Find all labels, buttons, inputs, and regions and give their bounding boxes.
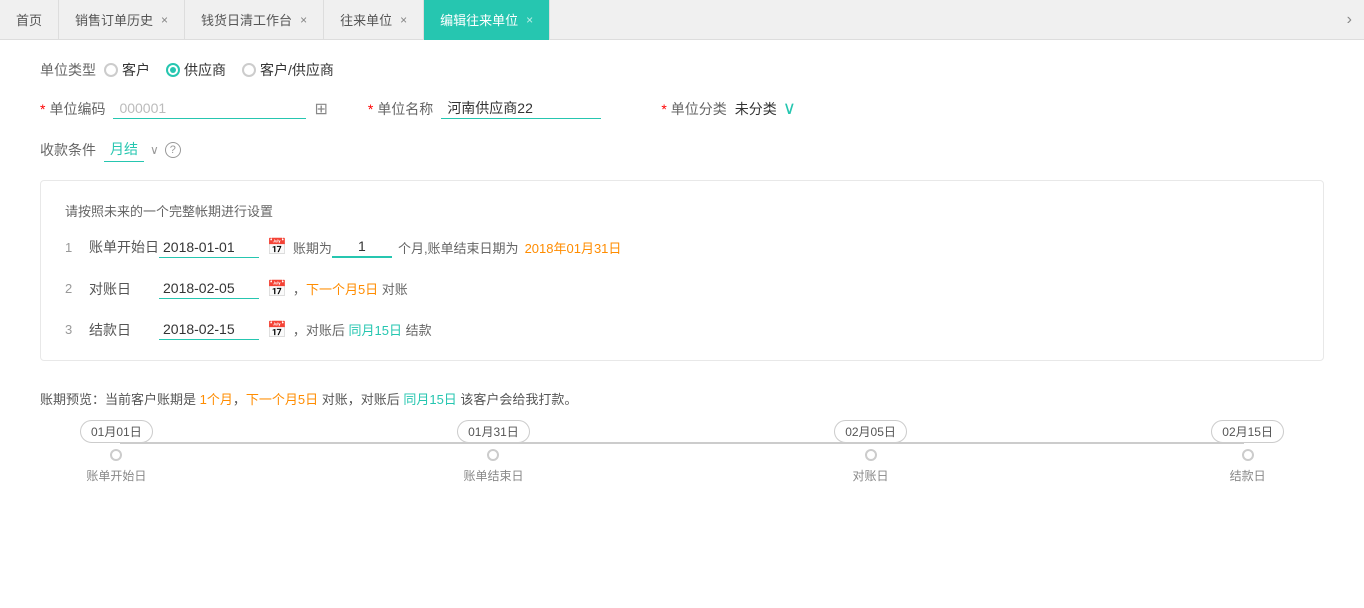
row-num-1: 1 [65,240,89,255]
row-label-3: 结款日 [89,320,159,340]
radio-circle-both [242,63,256,77]
row-label-1: 账单开始日 [89,237,159,257]
preview-section: 账期预览：当前客户账期是 1个月，下一个月5日 对账，对账后 同月15日 该客户… [40,377,1324,420]
tabs-bar: 首页 销售订单历史 × 钱货日清工作台 × 往来单位 × 编辑往来单位 × › [0,0,1364,40]
radio-circle-supplier [166,63,180,77]
radio-customer[interactable]: 客户 [104,60,150,80]
main-content: 单位类型 客户 供应商 客户/供应商 * 单位编码 ⊞ * 单位名称 [0,40,1364,608]
radio-both[interactable]: 客户/供应商 [242,60,334,80]
reconcile-suffix: ，下一个月5日 对账 [293,279,408,298]
timeline-badge-3: 02月05日 [834,420,907,443]
close-tab-sales-history[interactable]: × [161,13,168,27]
section-title: 请按照未来的一个完整帐期进行设置 [65,201,1299,220]
timeline-dot-1 [110,449,122,461]
payment-terms-dropdown[interactable]: 月结 ∨ [104,137,159,162]
unit-category-arrow[interactable]: ∨ [783,98,796,119]
tabs-more-button[interactable]: › [1335,11,1364,29]
preview-mid2: 对账，对账后 [318,392,403,407]
reconcile-date-input[interactable] [159,278,259,299]
payment-terms-arrow[interactable]: ∨ [150,143,159,157]
timeline-dot-2 [487,449,499,461]
close-tab-partners[interactable]: × [400,13,407,27]
copy-icon[interactable]: ⊞ [314,99,327,119]
radio-circle-customer [104,63,118,77]
unit-type-label: 单位类型 [40,60,96,80]
preview-part2: 下一个月5日 [246,392,318,407]
payment-date-group: 📅 [159,319,287,340]
radio-label-supplier: 供应商 [184,60,226,80]
timeline-label-4: 结款日 [1230,467,1266,484]
tab-partners[interactable]: 往来单位 × [324,0,424,40]
radio-supplier[interactable]: 供应商 [166,60,226,80]
period-prefix: 账期为 [293,238,332,257]
tab-daily-clearing[interactable]: 钱货日清工作台 × [185,0,324,40]
close-tab-edit-partner[interactable]: × [526,13,533,27]
unit-category-group: 未分类 ∨ [735,98,796,119]
radio-label-both: 客户/供应商 [260,60,334,80]
timeline-container: 01月01日 账单开始日 01月31日 账单结束日 02月05日 对账日 02月… [40,420,1324,514]
reconcile-date-cal-icon[interactable]: 📅 [267,279,287,299]
help-icon[interactable]: ? [165,142,181,158]
row-payment-date: 3 结款日 📅 ，对账后 同月15日 结款 [65,319,1299,340]
row-start-date: 1 账单开始日 📅 账期为 个月,账单结束日期为 2018年01月31日 [65,236,1299,258]
preview-suffix: 该客户会给我打款。 [457,392,578,407]
payment-date-input[interactable] [159,319,259,340]
unit-type-row: 单位类型 客户 供应商 客户/供应商 [40,60,1324,80]
timeline-label-2: 账单结束日 [463,467,523,484]
payment-terms-label: 收款条件 [40,140,96,160]
unit-category-value: 未分类 [735,99,777,119]
start-date-cal-icon[interactable]: 📅 [267,237,287,257]
unit-code-group: ⊞ [113,98,327,119]
category-required: * [661,101,666,117]
timeline-dot-4 [1242,449,1254,461]
unit-type-radio-group: 客户 供应商 客户/供应商 [104,60,334,80]
unit-name-label: 单位名称 [377,99,433,119]
period-input[interactable] [332,236,392,258]
timeline-point-1: 01月01日 账单开始日 [80,420,153,484]
start-date-input[interactable] [159,237,259,258]
timeline-point-2: 01月31日 账单结束日 [457,420,530,484]
timeline-badge-2: 01月31日 [457,420,530,443]
row-num-3: 3 [65,322,89,337]
timeline-point-3: 02月05日 对账日 [834,420,907,484]
preview-part1: 1个月 [200,392,233,407]
unit-name-input[interactable] [441,98,601,119]
payment-date-cal-icon[interactable]: 📅 [267,320,287,340]
tab-home[interactable]: 首页 [0,0,59,40]
timeline-points: 01月01日 账单开始日 01月31日 账单结束日 02月05日 对账日 02月… [80,420,1284,484]
payment-terms-row: 收款条件 月结 ∨ ? [40,137,1324,162]
timeline-label-1: 账单开始日 [86,467,146,484]
row-label-2: 对账日 [89,279,159,299]
tab-sales-history[interactable]: 销售订单历史 × [59,0,185,40]
preview-part3: 同月15日 [403,392,456,407]
radio-label-customer: 客户 [122,60,150,80]
timeline-point-4: 02月15日 结款日 [1211,420,1284,484]
row-reconcile-date: 2 对账日 📅 ，下一个月5日 对账 [65,278,1299,299]
preview-mid1: ， [233,392,246,407]
period-settings-section: 请按照未来的一个完整帐期进行设置 1 账单开始日 📅 账期为 个月,账单结束日期… [40,180,1324,361]
payment-terms-value: 月结 [104,137,144,162]
code-required: * [40,101,45,117]
tab-edit-partner[interactable]: 编辑往来单位 × [424,0,550,40]
row-num-2: 2 [65,281,89,296]
unit-details-row: * 单位编码 ⊞ * 单位名称 * 单位分类 未分类 ∨ [40,98,1324,119]
timeline-dot-3 [865,449,877,461]
timeline-badge-4: 02月15日 [1211,420,1284,443]
payment-suffix: ，对账后 同月15日 结款 [293,320,432,339]
preview-prefix: 账期预览：当前客户账期是 [40,392,200,407]
reconcile-date-group: 📅 [159,278,287,299]
period-end-date: 2018年01月31日 [525,238,622,257]
name-required: * [368,101,373,117]
start-date-group: 📅 [159,237,287,258]
unit-code-label: 单位编码 [49,99,105,119]
unit-category-label: 单位分类 [671,99,727,119]
unit-code-input[interactable] [113,98,306,119]
timeline-badge-1: 01月01日 [80,420,153,443]
timeline-label-3: 对账日 [853,467,889,484]
period-suffix: 个月,账单结束日期为 [398,238,519,257]
close-tab-daily-clearing[interactable]: × [300,13,307,27]
